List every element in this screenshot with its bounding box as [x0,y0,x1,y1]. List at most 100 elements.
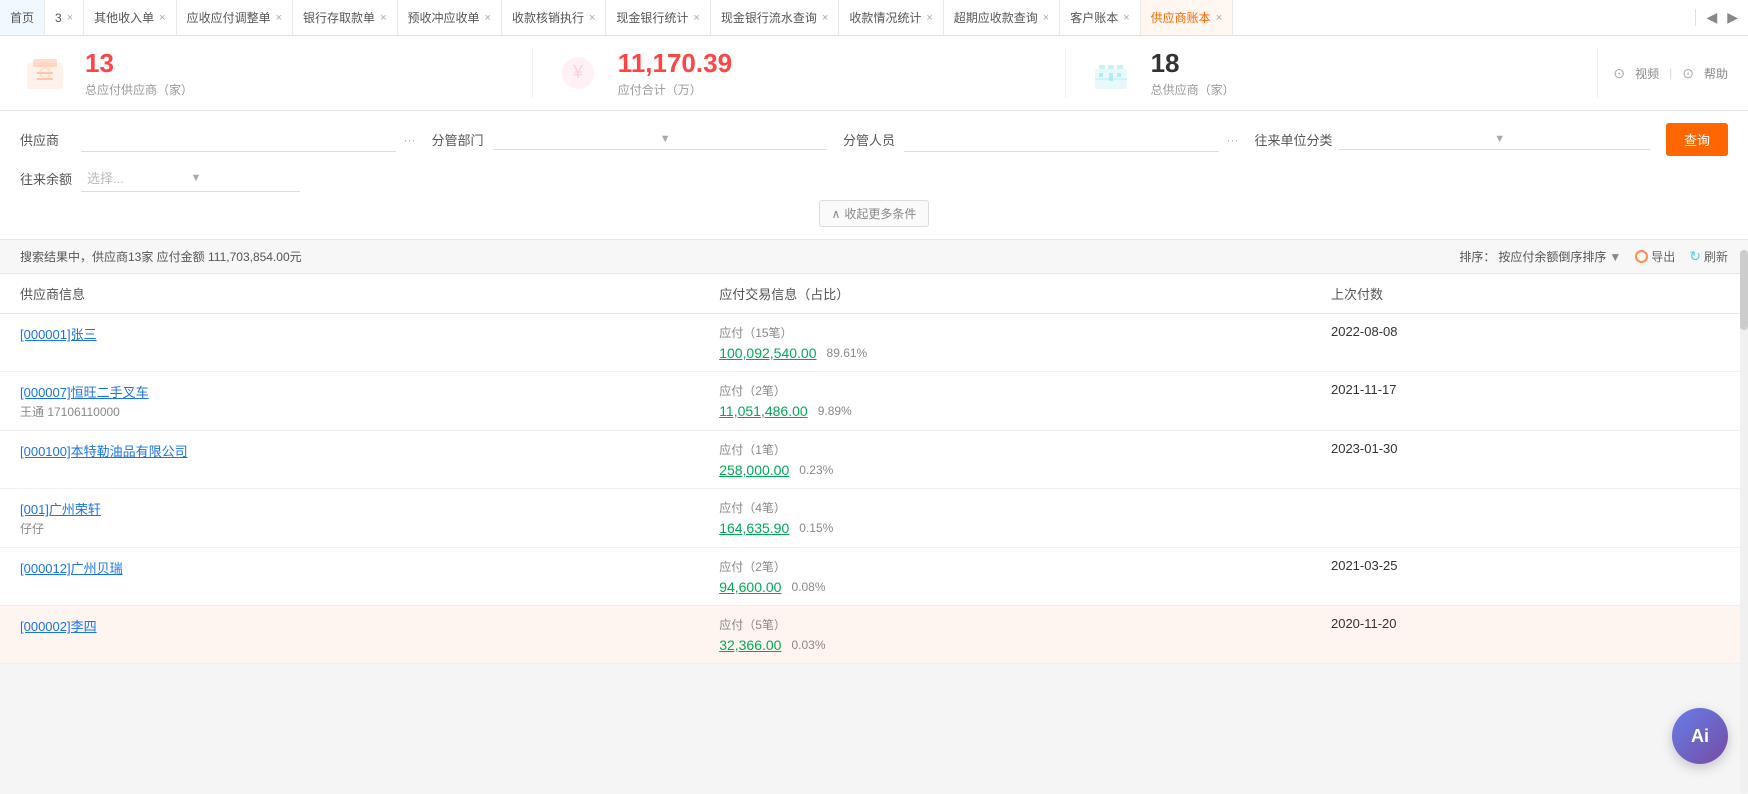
nav-tab-cash-bank-stat[interactable]: 现金银行统计× [606,0,710,35]
result-actions: 排序： 按应付余额倒序排序 ▼ 导出 ↻ 刷新 [1459,248,1728,265]
supplier-link[interactable]: [000001]张三 [20,327,97,342]
total-suppliers-number: 18 [1151,48,1235,79]
last-pay-date: 2022-08-08 [1331,324,1398,339]
nav-tab-other-income[interactable]: 其他收入单 × [84,0,176,35]
balance-filter-select[interactable]: 选择... ▼ [81,164,300,192]
nav-tab-close-cash-bank-flow[interactable]: × [822,12,828,24]
nav-tab-home[interactable]: 首页 [0,0,45,35]
filter-dept: 分管部门 ▼ [432,129,828,150]
filter-supplier: 供应商 ··· [20,128,416,152]
nav-tab-supplier-ledger[interactable]: 供应商账本× [1141,0,1233,35]
supplier-link[interactable]: [000100]本特勒油品有限公司 [20,444,188,459]
top-right-links: ⊙ 视频 | ⊙ 帮助 [1598,65,1728,82]
balance-select-placeholder: 选择... [87,168,191,187]
payable-cell: 应付（5笔） 32,366.00 0.03% [699,606,1311,664]
category-select-arrow: ▼ [1494,133,1644,145]
supplier-cell: [000007]恒旺二手叉车王通 17106110000 [0,372,699,431]
nav-tab-close-ar-ap-adjust[interactable]: × [276,12,282,24]
nav-tab-close-tab3[interactable]: × [67,12,73,24]
nav-next-arrow[interactable]: ▶ [1722,9,1743,26]
payable-notes: 应付（2笔） [719,558,1291,575]
nav-tab-close-customer-ledger[interactable]: × [1123,12,1129,24]
payable-amount-row: 11,051,486.00 9.89% [719,403,1291,419]
nav-prev-arrow[interactable]: ◀ [1701,9,1722,26]
nav-tab-cash-bank-flow[interactable]: 现金银行流水查询 × [711,0,839,35]
video-link[interactable]: 视频 [1635,65,1659,82]
nav-tab-label: 现金银行流水查询 [721,9,817,26]
nav-tab-overdue-ar[interactable]: 超期应收款查询× [944,0,1060,35]
collapse-button[interactable]: ∧ 收起更多条件 [819,200,930,227]
ai-float-button[interactable]: Ai [1672,708,1728,764]
payable-amount[interactable]: 164,635.90 [719,520,789,536]
payable-amount[interactable]: 94,600.00 [719,579,781,595]
balance-filter-label: 往来余额 [20,169,75,188]
supplier-cell: [001]广州荣轩仔仔 [0,489,699,548]
nav-tab-receipt-verify[interactable]: 收款核销执行 × [502,0,606,35]
nav-tab-close-supplier-ledger[interactable]: × [1216,12,1222,24]
supplier-link[interactable]: [000002]李四 [20,619,97,634]
payable-notes: 应付（2笔） [719,382,1291,399]
last-pay-cell: 2021-03-25 [1311,548,1748,606]
payable-cell: 应付（15笔） 100,092,540.00 89.61% [699,314,1311,372]
nav-tab-label: 首页 [10,9,34,26]
supplier-cell: [000002]李四 [0,606,699,664]
supplier-link[interactable]: [000007]恒旺二手叉车 [20,385,149,400]
supplier-sub-info: 仔仔 [20,520,679,537]
last-pay-cell: 2021-11-17 [1311,372,1748,431]
export-button[interactable]: 导出 [1635,248,1675,265]
total-suppliers-icon [1086,48,1136,98]
col-payable-info: 应付交易信息（占比） [699,274,1311,314]
payable-cell: 应付（2笔） 94,600.00 0.08% [699,548,1311,606]
supplier-cell: [000001]张三 [0,314,699,372]
last-pay-cell: 2022-08-08 [1311,314,1748,372]
dept-filter-label: 分管部门 [432,130,487,149]
nav-tab-close-other-income[interactable]: × [159,12,165,24]
scrollbar-track[interactable] [1740,250,1748,794]
payable-pct: 0.08% [791,580,825,594]
nav-tab-tab3[interactable]: 3× [45,0,84,35]
nav-tab-bank-deposit[interactable]: 银行存取款单× [293,0,397,35]
category-filter-select[interactable]: ▼ [1339,129,1650,150]
payable-notes: 应付（5笔） [719,616,1291,633]
refresh-button[interactable]: ↻ 刷新 [1689,248,1728,265]
person-filter-input[interactable] [904,128,1219,152]
payable-amount[interactable]: 11,051,486.00 [719,403,808,419]
stats-bar: 13 总应付供应商（家） ¥ 11,170.39 应付合计（万） [0,36,1748,111]
dept-filter-select[interactable]: ▼ [493,129,828,150]
nav-tab-label: 预收冲应收单 [408,9,480,26]
supplier-filter-input[interactable] [81,128,396,152]
payable-amount[interactable]: 32,366.00 [719,637,781,653]
nav-tab-customer-ledger[interactable]: 客户账本× [1060,0,1140,35]
query-button[interactable]: 查询 [1666,123,1728,156]
last-pay-date: 2023-01-30 [1331,441,1398,456]
supplier-link[interactable]: [000012]广州贝瑞 [20,561,123,576]
nav-tab-pre-receipt[interactable]: 预收冲应收单 × [398,0,502,35]
nav-tab-label: 其他收入单 [94,9,154,26]
export-icon [1635,250,1648,263]
sort-dropdown[interactable]: 排序： 按应付余额倒序排序 ▼ [1459,248,1621,265]
payable-pct: 0.15% [799,521,833,535]
payable-notes: 应付（15笔） [719,324,1291,341]
payable-amount-number: 11,170.39 [618,48,732,79]
balance-select-arrow: ▼ [191,172,295,184]
last-pay-date: 2021-03-25 [1331,558,1398,573]
nav-tab-close-pre-receipt[interactable]: × [485,12,491,24]
col-last-pay: 上次付数 [1311,274,1748,314]
help-link[interactable]: 帮助 [1704,65,1728,82]
nav-tab-receipt-stat[interactable]: 收款情况统计× [839,0,943,35]
sort-label: 排序： [1459,248,1495,265]
nav-arrows: ◀ ▶ [1695,9,1748,26]
nav-tab-close-cash-bank-stat[interactable]: × [693,12,699,24]
collapse-row: ∧ 收起更多条件 [20,200,1728,227]
nav-tab-label: 收款核销执行 [512,9,584,26]
supplier-link[interactable]: [001]广州荣轩 [20,502,101,517]
nav-tab-ar-ap-adjust[interactable]: 应收应付调整单× [177,0,293,35]
scrollbar-thumb[interactable] [1740,250,1748,330]
payable-amount[interactable]: 100,092,540.00 [719,345,816,361]
nav-tab-close-overdue-ar[interactable]: × [1043,12,1049,24]
payable-amount[interactable]: 258,000.00 [719,462,789,478]
nav-tab-close-receipt-verify[interactable]: × [589,12,595,24]
nav-tab-close-bank-deposit[interactable]: × [380,12,386,24]
nav-tab-close-receipt-stat[interactable]: × [926,12,932,24]
table-row: [000100]本特勒油品有限公司 应付（1笔） 258,000.00 0.23… [0,431,1748,489]
